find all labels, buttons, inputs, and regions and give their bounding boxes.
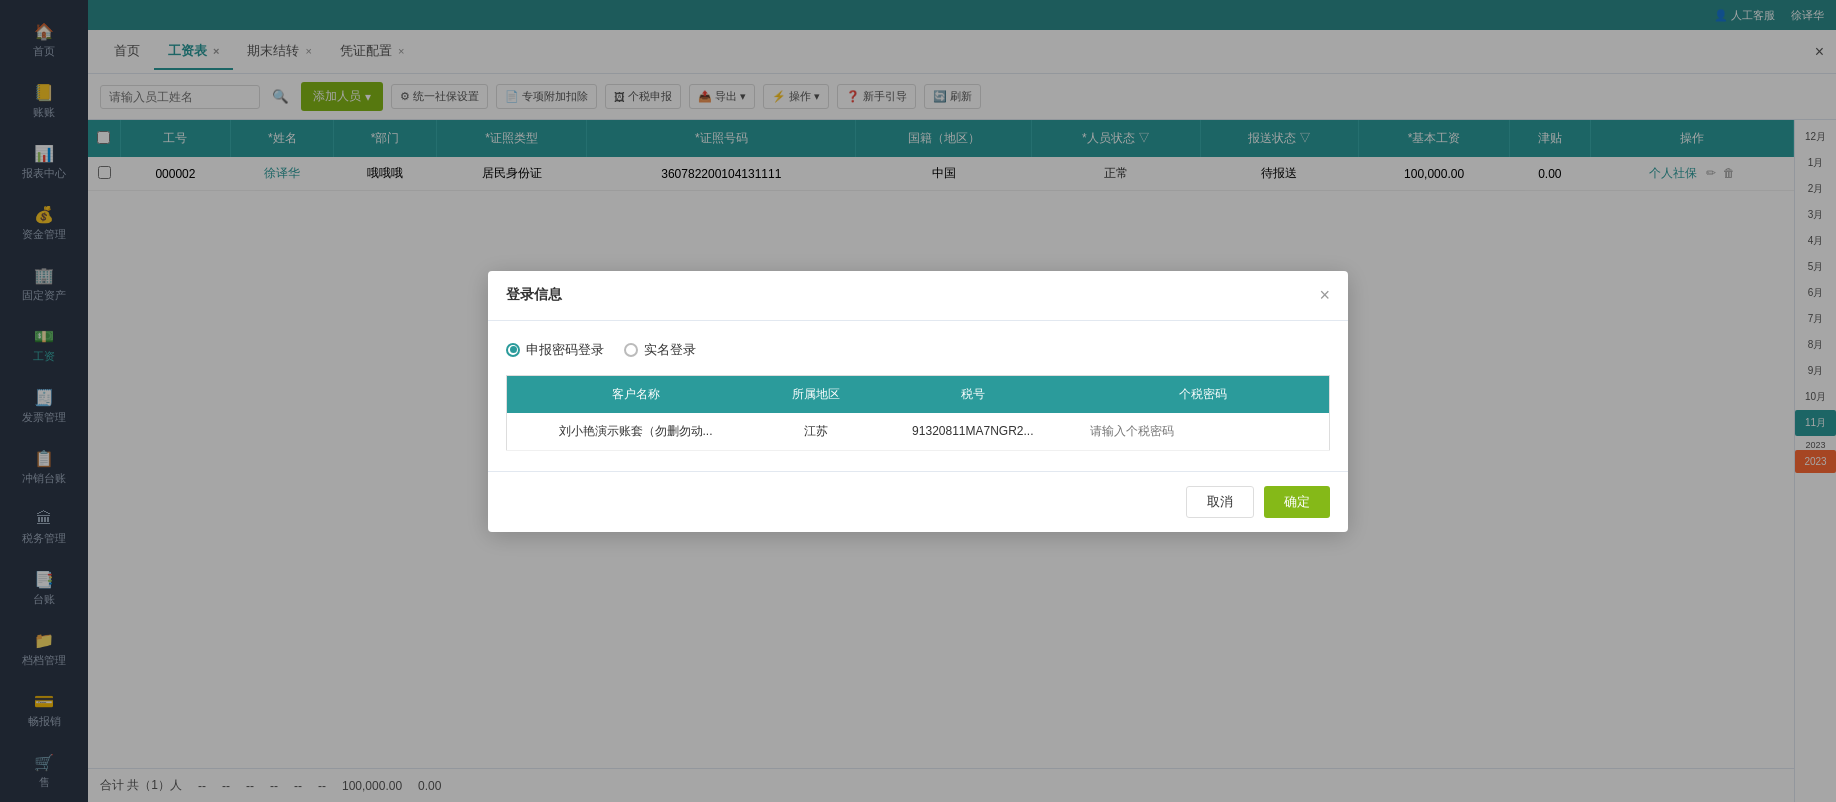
- password-input[interactable]: [1090, 424, 1317, 438]
- inner-cell-taxid: 91320811MA7NGR2...: [868, 413, 1078, 451]
- inner-cell-name: 刘小艳演示账套（勿删勿动...: [507, 413, 765, 451]
- login-info-dialog: 登录信息 × 申报密码登录 实名登录 客户名称 所属地区: [488, 271, 1348, 532]
- radio-realname-dot: [624, 343, 638, 357]
- dialog-body: 申报密码登录 实名登录 客户名称 所属地区 税号 个税密码: [488, 321, 1348, 471]
- cancel-button[interactable]: 取消: [1186, 486, 1254, 518]
- inner-table: 客户名称 所属地区 税号 个税密码 刘小艳演示账套（勿删勿动... 江苏 913…: [506, 375, 1330, 451]
- inner-col-password: 个税密码: [1078, 375, 1330, 413]
- dialog-overlay: 登录信息 × 申报密码登录 实名登录 客户名称 所属地区: [0, 0, 1836, 802]
- dialog-footer: 取消 确定: [488, 471, 1348, 532]
- inner-col-taxid: 税号: [868, 375, 1078, 413]
- dialog-title: 登录信息: [506, 286, 562, 304]
- dialog-close-button[interactable]: ×: [1319, 285, 1330, 306]
- inner-cell-region: 江苏: [764, 413, 868, 451]
- radio-password-login[interactable]: 申报密码登录: [506, 341, 604, 359]
- dialog-header: 登录信息 ×: [488, 271, 1348, 321]
- radio-group: 申报密码登录 实名登录: [506, 341, 1330, 359]
- inner-col-name: 客户名称: [507, 375, 765, 413]
- radio-password-label: 申报密码登录: [526, 341, 604, 359]
- radio-realname-label: 实名登录: [644, 341, 696, 359]
- radio-password-dot: [506, 343, 520, 357]
- inner-col-region: 所属地区: [764, 375, 868, 413]
- radio-realname-login[interactable]: 实名登录: [624, 341, 696, 359]
- inner-table-row: 刘小艳演示账套（勿删勿动... 江苏 91320811MA7NGR2...: [507, 413, 1330, 451]
- inner-cell-password[interactable]: [1078, 413, 1330, 451]
- confirm-button[interactable]: 确定: [1264, 486, 1330, 518]
